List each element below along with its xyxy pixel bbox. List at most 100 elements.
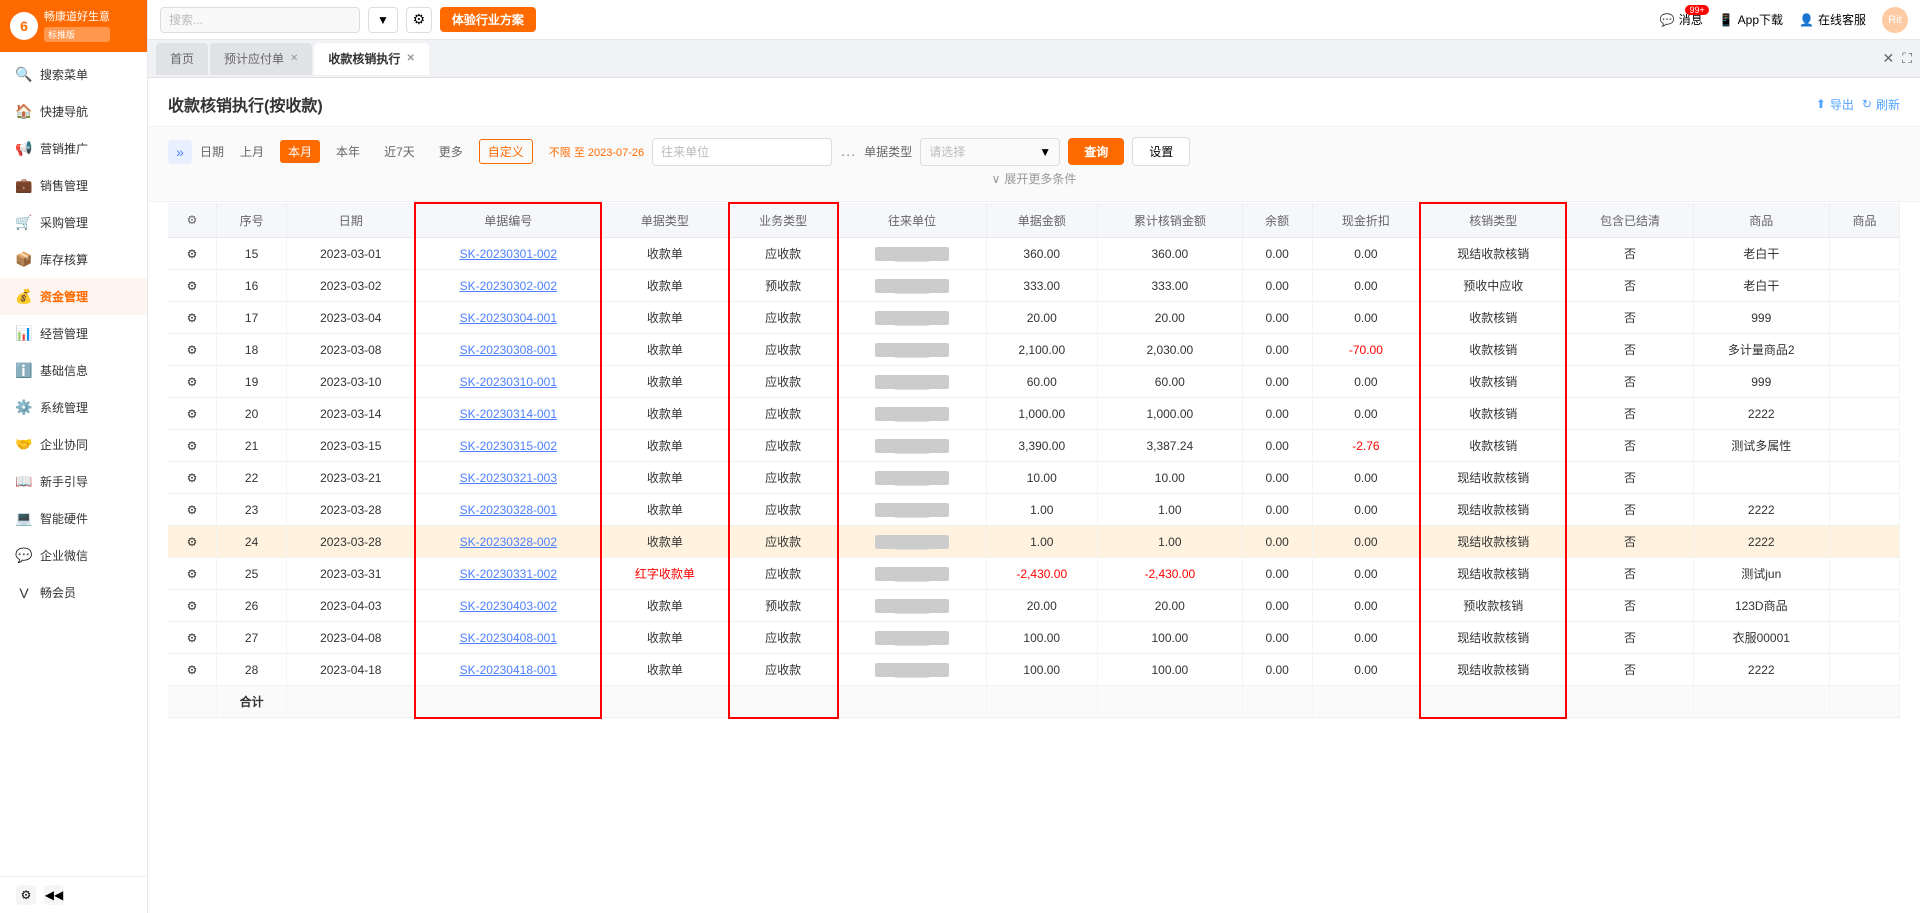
tab-home[interactable]: 首页 xyxy=(156,43,208,75)
col-header-cash_discount: 现金折扣 xyxy=(1312,203,1420,238)
collapse-icon[interactable]: ◀◀ xyxy=(44,885,64,905)
cell-gear[interactable]: ⚙ xyxy=(168,334,217,366)
query-button[interactable]: 查询 xyxy=(1068,138,1124,165)
doc-no-link[interactable]: SK-20230328-001 xyxy=(460,503,557,517)
cell-product1: 999 xyxy=(1693,366,1829,398)
cell-cash_discount: 0.00 xyxy=(1312,302,1420,334)
cell-doc_no[interactable]: SK-20230328-001 xyxy=(415,494,601,526)
sidebar-item-marketing[interactable]: 📢营销推广 xyxy=(0,130,147,167)
cell-gear[interactable]: ⚙ xyxy=(168,558,217,590)
settings-icon[interactable]: ⚙ xyxy=(16,885,36,905)
doc-no-link[interactable]: SK-20230301-002 xyxy=(460,247,557,261)
tab-close-prepay[interactable]: ✕ xyxy=(290,53,298,64)
cell-doc_no[interactable]: SK-20230321-003 xyxy=(415,462,601,494)
partner-input[interactable] xyxy=(652,138,832,166)
cell-doc_no[interactable]: SK-20230403-002 xyxy=(415,590,601,622)
cell-gear[interactable]: ⚙ xyxy=(168,654,217,686)
cell-doc_no[interactable]: SK-20230331-002 xyxy=(415,558,601,590)
cell-gear[interactable]: ⚙ xyxy=(168,270,217,302)
sidebar-item-wechat[interactable]: 💬企业微信 xyxy=(0,537,147,574)
cell-doc_no[interactable]: SK-20230301-002 xyxy=(415,238,601,270)
doc-no-link[interactable]: SK-20230331-002 xyxy=(460,567,557,581)
topbar-gear-icon[interactable]: ⚙ xyxy=(406,7,432,33)
cell-doc_no[interactable]: SK-20230310-001 xyxy=(415,366,601,398)
sidebar-item-inventory[interactable]: 📦库存核算 xyxy=(0,241,147,278)
doc-no-link[interactable]: SK-20230308-001 xyxy=(460,343,557,357)
cell-gear[interactable]: ⚙ xyxy=(168,526,217,558)
filter-custom-button[interactable]: 自定义 xyxy=(479,139,533,164)
filter-last-month[interactable]: 上月 xyxy=(232,140,272,163)
settings-button[interactable]: 设置 xyxy=(1132,137,1190,166)
filter-this-month[interactable]: 本月 xyxy=(280,140,320,163)
close-window-icon[interactable]: ✕ xyxy=(1882,50,1894,67)
doc-no-link[interactable]: SK-20230403-002 xyxy=(460,599,557,613)
topbar-search-input[interactable] xyxy=(160,7,360,33)
export-button[interactable]: ⬆ 导出 xyxy=(1816,96,1854,113)
app-download-button[interactable]: 📱 App下载 xyxy=(1719,11,1783,28)
doc-no-link[interactable]: SK-20230310-001 xyxy=(460,375,557,389)
cell-gear[interactable]: ⚙ xyxy=(168,462,217,494)
sidebar-item-finance[interactable]: 💰资金管理 xyxy=(0,278,147,315)
cell-partner: ████ xyxy=(838,526,987,558)
doc-no-link[interactable]: SK-20230302-002 xyxy=(460,279,557,293)
messages-button[interactable]: 💬 消息 99+ xyxy=(1660,11,1703,28)
cell-gear[interactable]: ⚙ xyxy=(168,302,217,334)
filter-more[interactable]: 更多 xyxy=(431,140,471,163)
topbar-dropdown[interactable]: ▼ xyxy=(368,7,398,33)
filter-this-year[interactable]: 本年 xyxy=(328,140,368,163)
doc-no-link[interactable]: SK-20230314-001 xyxy=(460,407,557,421)
sidebar-item-guide[interactable]: 📖新手引导 xyxy=(0,463,147,500)
sidebar-item-system[interactable]: ⚙️系统管理 xyxy=(0,389,147,426)
tab-prepay[interactable]: 预计应付单✕ xyxy=(210,43,312,75)
cell-doc_no[interactable]: SK-20230302-002 xyxy=(415,270,601,302)
sidebar-item-sales[interactable]: 💼销售管理 xyxy=(0,167,147,204)
cell-seq: 26 xyxy=(217,590,287,622)
cell-gear[interactable]: ⚙ xyxy=(168,238,217,270)
sidebar-item-operations[interactable]: 📊经营管理 xyxy=(0,315,147,352)
cell-doc_no[interactable]: SK-20230314-001 xyxy=(415,398,601,430)
cell-doc_no[interactable]: SK-20230408-001 xyxy=(415,622,601,654)
cell-gear[interactable]: ⚙ xyxy=(168,430,217,462)
cell-doc_no[interactable]: SK-20230418-001 xyxy=(415,654,601,686)
sidebar-item-enterprise[interactable]: 🤝企业协同 xyxy=(0,426,147,463)
cell-cancel_type: 收款核销 xyxy=(1420,302,1566,334)
doc-no-link[interactable]: SK-20230328-002 xyxy=(460,535,557,549)
expand-more-button[interactable]: ∨ 展开更多条件 xyxy=(168,166,1900,191)
sidebar-item-purchase[interactable]: 🛒采购管理 xyxy=(0,204,147,241)
doc-no-link[interactable]: SK-20230315-002 xyxy=(460,439,557,453)
cell-gear[interactable]: ⚙ xyxy=(168,398,217,430)
doc-no-link[interactable]: SK-20230418-001 xyxy=(460,663,557,677)
cell-seq: 27 xyxy=(217,622,287,654)
cell-gear[interactable]: ⚙ xyxy=(168,590,217,622)
cell-gear[interactable]: ⚙ xyxy=(168,366,217,398)
receipt-type-select[interactable]: 请选择 ▼ xyxy=(920,138,1060,166)
tab-collection[interactable]: 收款核销执行✕ xyxy=(314,43,428,75)
refresh-button[interactable]: ↻ 刷新 xyxy=(1862,96,1900,113)
sidebar-item-label-purchase: 采购管理 xyxy=(40,214,88,231)
cell-gear[interactable]: ⚙ xyxy=(168,494,217,526)
sidebar-item-search[interactable]: 🔍搜索菜单 xyxy=(0,56,147,93)
cell-gear[interactable]: ⚙ xyxy=(168,622,217,654)
doc-no-link[interactable]: SK-20230408-001 xyxy=(460,631,557,645)
online-service-button[interactable]: 👤 在线客服 xyxy=(1799,11,1866,28)
cell-doc_no[interactable]: SK-20230308-001 xyxy=(415,334,601,366)
user-avatar[interactable]: Rit xyxy=(1882,7,1908,33)
cell-include_settled: 否 xyxy=(1566,366,1693,398)
doc-no-link[interactable]: SK-20230304-001 xyxy=(460,311,557,325)
doc-no-link[interactable]: SK-20230321-003 xyxy=(460,471,557,485)
maximize-icon[interactable]: ⛶ xyxy=(1902,50,1912,67)
tab-close-collection[interactable]: ✕ xyxy=(406,53,414,64)
cell-doc_no[interactable]: SK-20230304-001 xyxy=(415,302,601,334)
cell-doc_no[interactable]: SK-20230315-002 xyxy=(415,430,601,462)
cell-product1 xyxy=(1693,462,1829,494)
filter-dots[interactable]: … xyxy=(840,143,856,161)
cell-doc_no[interactable]: SK-20230328-002 xyxy=(415,526,601,558)
sidebar-item-member[interactable]: V畅会员 xyxy=(0,574,147,611)
industry-solution-button[interactable]: 体验行业方案 xyxy=(440,7,536,32)
sidebar-item-basic[interactable]: ℹ️基础信息 xyxy=(0,352,147,389)
sidebar-item-quick-nav[interactable]: 🏠快捷导航 xyxy=(0,93,147,130)
cell-cash_discount: 0.00 xyxy=(1312,238,1420,270)
sidebar-item-hardware[interactable]: 💻智能硬件 xyxy=(0,500,147,537)
filter-toggle-button[interactable]: » xyxy=(168,140,192,164)
filter-7-days[interactable]: 近7天 xyxy=(376,140,423,163)
